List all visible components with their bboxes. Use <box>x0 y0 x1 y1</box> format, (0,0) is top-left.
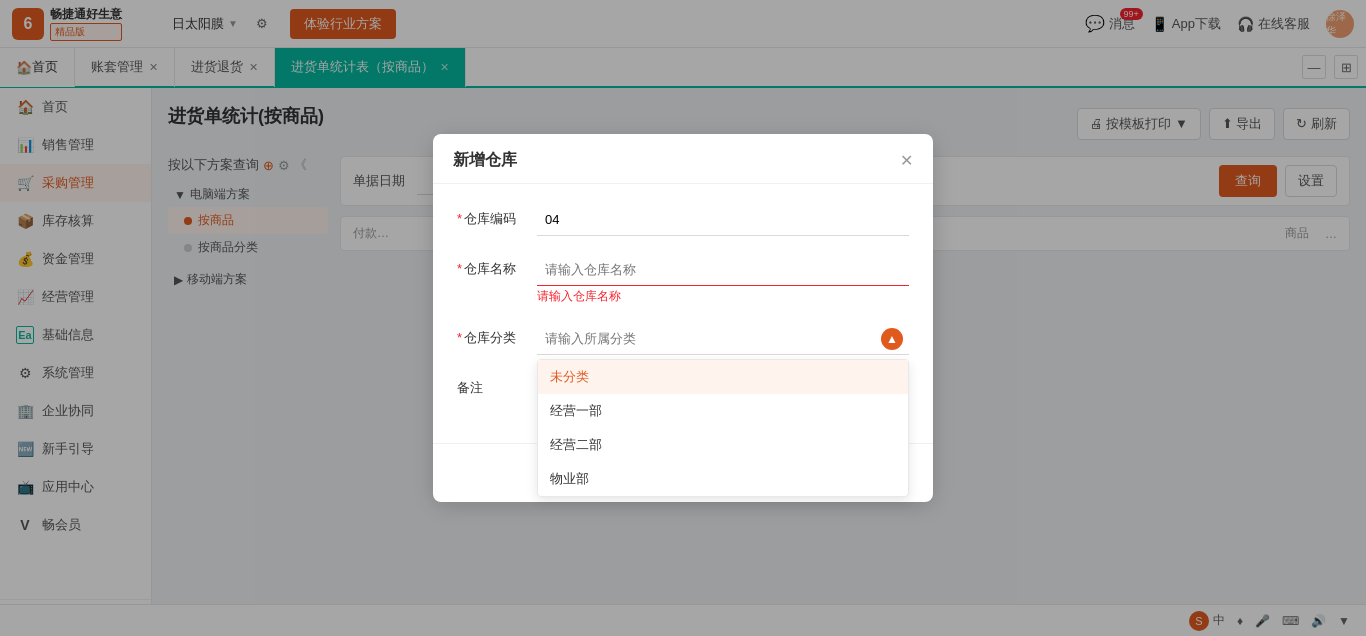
code-label: 仓库编码 <box>457 204 537 228</box>
remark-label: 备注 <box>457 373 537 397</box>
category-field-row: 仓库分类 ▲ 未分类 经营一部 经营二部 物业部 <box>457 323 909 355</box>
modal-header: 新增仓库 ✕ <box>433 134 933 184</box>
name-field-row: 仓库名称 请输入仓库名称 <box>457 254 909 305</box>
name-input[interactable] <box>537 254 909 286</box>
code-control <box>537 204 909 236</box>
category-control: ▲ 未分类 经营一部 经营二部 物业部 <box>537 323 909 355</box>
dropdown-item-2[interactable]: 经营二部 <box>538 428 908 462</box>
name-error-msg: 请输入仓库名称 <box>537 288 909 305</box>
name-control: 请输入仓库名称 <box>537 254 909 305</box>
code-input[interactable] <box>537 204 909 236</box>
modal-overlay: 新增仓库 ✕ 仓库编码 仓库名称 请输入仓库名称 仓库分类 <box>0 0 1366 636</box>
add-warehouse-modal: 新增仓库 ✕ 仓库编码 仓库名称 请输入仓库名称 仓库分类 <box>433 134 933 502</box>
category-select-wrapper: ▲ <box>537 323 909 355</box>
category-arrow-icon[interactable]: ▲ <box>881 328 903 350</box>
modal-title: 新增仓库 <box>453 150 517 171</box>
dropdown-item-1[interactable]: 经营一部 <box>538 394 908 428</box>
dropdown-item-0[interactable]: 未分类 <box>538 360 908 394</box>
modal-body: 仓库编码 仓库名称 请输入仓库名称 仓库分类 ▲ <box>433 184 933 443</box>
code-field-row: 仓库编码 <box>457 204 909 236</box>
name-label: 仓库名称 <box>457 254 537 278</box>
category-dropdown: 未分类 经营一部 经营二部 物业部 <box>537 359 909 497</box>
modal-close-button[interactable]: ✕ <box>900 151 913 170</box>
category-input[interactable] <box>537 323 909 355</box>
dropdown-item-3[interactable]: 物业部 <box>538 462 908 496</box>
category-label: 仓库分类 <box>457 323 537 347</box>
